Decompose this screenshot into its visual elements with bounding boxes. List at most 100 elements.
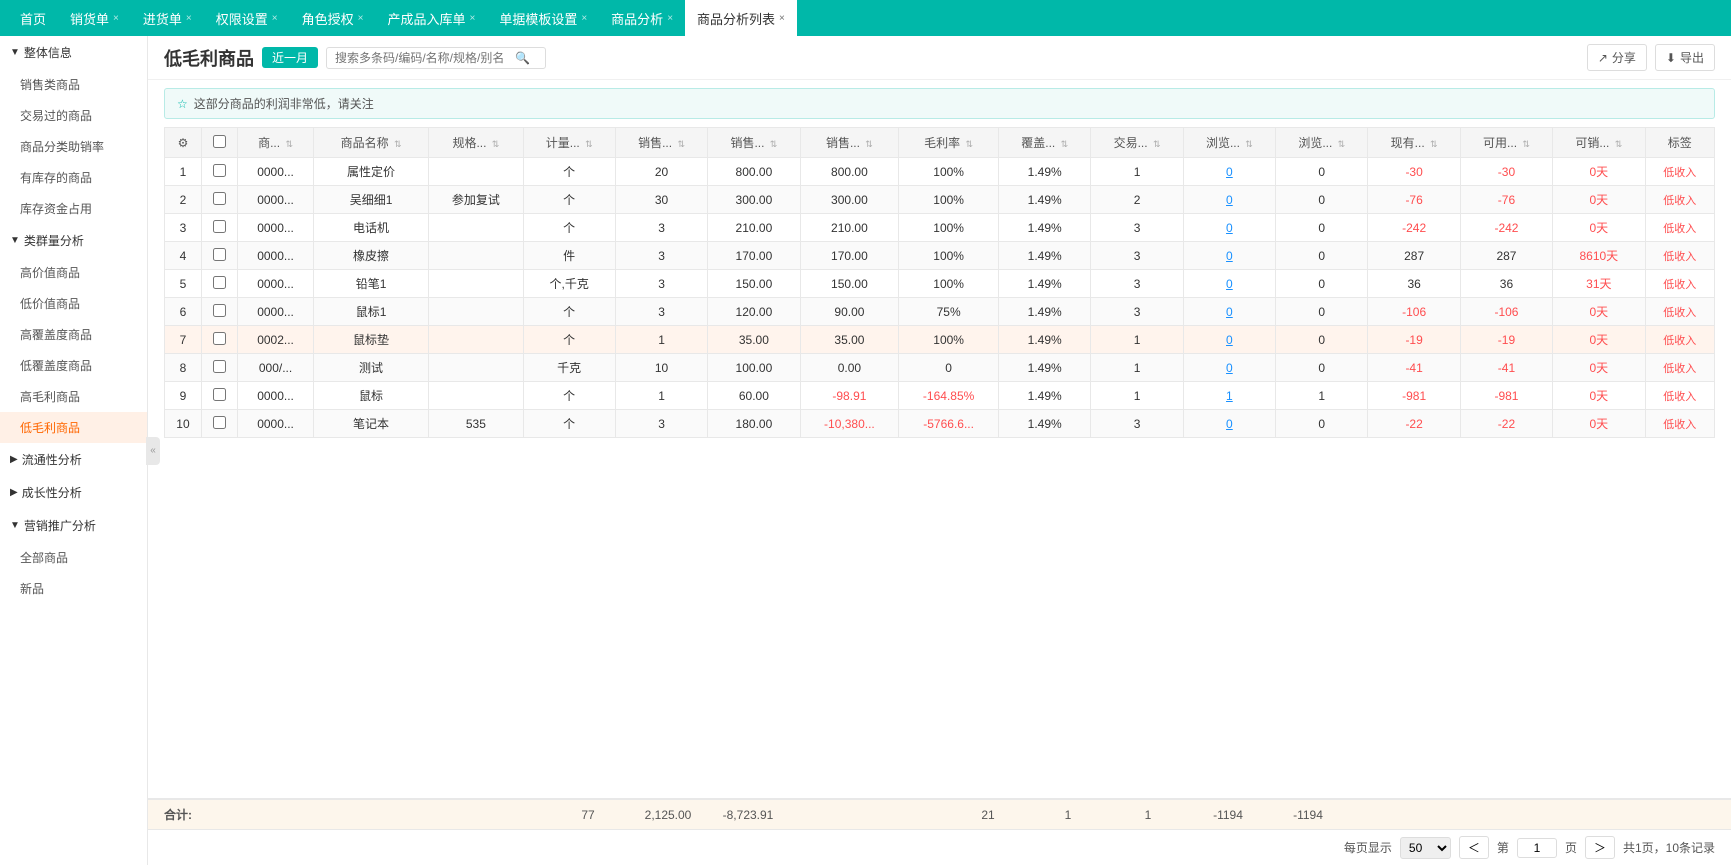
nav-item-进货单[interactable]: 进货单× <box>131 0 204 36</box>
next-page-btn[interactable]: ＞ <box>1585 836 1615 859</box>
sidebar-item-高价值商品[interactable]: 高价值商品 <box>0 257 147 288</box>
row-browse1[interactable]: 0 <box>1183 298 1275 326</box>
page-title: 低毛利商品 <box>164 45 254 71</box>
row-tag: 低收入 <box>1645 270 1714 298</box>
nav-item-权限设置[interactable]: 权限设置× <box>204 0 290 36</box>
row-spec <box>429 214 523 242</box>
row-select-checkbox[interactable] <box>213 388 226 401</box>
sidebar-item-交易过的商品[interactable]: 交易过的商品 <box>0 100 147 131</box>
page-size-select[interactable]: 50 100 200 <box>1400 837 1451 859</box>
row-tag: 低收入 <box>1645 186 1714 214</box>
row-unit: 个,千克 <box>523 270 615 298</box>
row-checkbox[interactable] <box>201 326 237 354</box>
row-browse1[interactable]: 0 <box>1183 326 1275 354</box>
row-trade: 3 <box>1091 214 1183 242</box>
page-size-label: 每页显示 <box>1344 839 1392 856</box>
row-browse1[interactable]: 0 <box>1183 242 1275 270</box>
row-browse1[interactable]: 0 <box>1183 158 1275 186</box>
prev-page-btn[interactable]: ＜ <box>1459 836 1489 859</box>
row-checkbox[interactable] <box>201 214 237 242</box>
row-gross-rate: 75% <box>899 298 999 326</box>
nav-item-销货单[interactable]: 销货单× <box>58 0 131 36</box>
sidebar-group-类群量分析[interactable]: ▼ 类群量分析 <box>0 224 147 257</box>
row-checkbox[interactable] <box>201 186 237 214</box>
export-btn[interactable]: ⬇ 导出 <box>1655 44 1715 71</box>
sidebar-item-高覆盖度商品[interactable]: 高覆盖度商品 <box>0 319 147 350</box>
sidebar-item-全部商品[interactable]: 全部商品 <box>0 542 147 573</box>
close-tab-icon[interactable]: × <box>581 13 587 24</box>
nav-item-商品分析[interactable]: 商品分析× <box>599 0 685 36</box>
row-gross-rate: 0 <box>899 354 999 382</box>
row-browse2: 0 <box>1276 186 1368 214</box>
row-select-checkbox[interactable] <box>213 220 226 233</box>
close-tab-icon[interactable]: × <box>272 13 278 24</box>
nav-item-商品分析列表[interactable]: 商品分析列表× <box>685 0 797 36</box>
row-select-checkbox[interactable] <box>213 416 226 429</box>
sidebar-group-流通性分析[interactable]: ▶ 流通性分析 <box>0 443 147 476</box>
row-select-checkbox[interactable] <box>213 248 226 261</box>
sidebar-item-商品分类助销率[interactable]: 商品分类助销率 <box>0 131 147 162</box>
row-code: 0000... <box>238 270 314 298</box>
close-tab-icon[interactable]: × <box>113 13 119 24</box>
close-tab-icon[interactable]: × <box>358 13 364 24</box>
nav-item-角色授权[interactable]: 角色授权× <box>290 0 376 36</box>
row-checkbox[interactable] <box>201 158 237 186</box>
row-browse1[interactable]: 0 <box>1183 354 1275 382</box>
close-tab-icon[interactable]: × <box>186 13 192 24</box>
search-icon[interactable]: 🔍 <box>515 51 530 65</box>
th-sales-price: 销售... ⇅ <box>708 128 800 158</box>
nav-item-首页[interactable]: 首页 <box>8 0 58 36</box>
row-stock-avail: 36 <box>1460 270 1552 298</box>
nav-item-单据模板设置[interactable]: 单据模板设置× <box>487 0 599 36</box>
row-checkbox[interactable] <box>201 270 237 298</box>
close-tab-icon[interactable]: × <box>469 13 475 24</box>
search-input[interactable] <box>335 51 515 65</box>
sidebar-collapse-btn[interactable]: « <box>146 437 160 465</box>
sidebar-item-低价值商品[interactable]: 低价值商品 <box>0 288 147 319</box>
row-select-checkbox[interactable] <box>213 164 226 177</box>
th-settings[interactable]: ⚙ <box>165 128 202 158</box>
row-select-checkbox[interactable] <box>213 276 226 289</box>
row-checkbox[interactable] <box>201 354 237 382</box>
sidebar-group-成长性分析[interactable]: ▶ 成长性分析 <box>0 476 147 509</box>
sidebar-group-整体信息[interactable]: ▼ 整体信息 <box>0 36 147 69</box>
sidebar-item-低覆盖度商品[interactable]: 低覆盖度商品 <box>0 350 147 381</box>
row-browse1[interactable]: 0 <box>1183 186 1275 214</box>
share-btn[interactable]: ↗ 分享 <box>1587 44 1647 71</box>
row-checkbox[interactable] <box>201 298 237 326</box>
row-browse2: 0 <box>1276 298 1368 326</box>
row-coverage: 1.49% <box>999 382 1091 410</box>
row-code: 0000... <box>238 186 314 214</box>
row-trade: 1 <box>1091 354 1183 382</box>
sidebar-item-高毛利商品[interactable]: 高毛利商品 <box>0 381 147 412</box>
row-tag: 低收入 <box>1645 298 1714 326</box>
row-select-checkbox[interactable] <box>213 360 226 373</box>
sidebar-item-库存资金占用[interactable]: 库存资金占用 <box>0 193 147 224</box>
sidebar-item-低毛利商品[interactable]: 低毛利商品 <box>0 412 147 443</box>
sidebar-item-有库存的商品[interactable]: 有库存的商品 <box>0 162 147 193</box>
row-coverage: 1.49% <box>999 298 1091 326</box>
select-all-checkbox[interactable] <box>213 135 226 148</box>
row-checkbox[interactable] <box>201 242 237 270</box>
page-number-input[interactable] <box>1517 838 1557 858</box>
sidebar-item-新品[interactable]: 新品 <box>0 573 147 604</box>
close-tab-icon[interactable]: × <box>779 13 785 24</box>
row-checkbox[interactable] <box>201 410 237 438</box>
row-browse1[interactable]: 0 <box>1183 214 1275 242</box>
row-select-checkbox[interactable] <box>213 332 226 345</box>
settings-icon[interactable]: ⚙ <box>178 136 189 150</box>
row-index: 4 <box>165 242 202 270</box>
row-checkbox[interactable] <box>201 382 237 410</box>
close-tab-icon[interactable]: × <box>667 13 673 24</box>
row-browse1[interactable]: 0 <box>1183 410 1275 438</box>
row-select-checkbox[interactable] <box>213 192 226 205</box>
row-browse1[interactable]: 1 <box>1183 382 1275 410</box>
row-select-checkbox[interactable] <box>213 304 226 317</box>
row-browse1[interactable]: 0 <box>1183 270 1275 298</box>
filter-month-btn[interactable]: 近一月 <box>262 47 318 68</box>
content-area: 低毛利商品 近一月 🔍 ↗ 分享 ⬇ 导出 ☆ 这部分商品的利润非常低，请关注 <box>148 36 1731 865</box>
nav-item-产成品入库单[interactable]: 产成品入库单× <box>375 0 487 36</box>
sidebar-group-营销推广分析[interactable]: ▼ 营销推广分析 <box>0 509 147 542</box>
sidebar-item-销售类商品[interactable]: 销售类商品 <box>0 69 147 100</box>
row-stock-avail: -242 <box>1460 214 1552 242</box>
